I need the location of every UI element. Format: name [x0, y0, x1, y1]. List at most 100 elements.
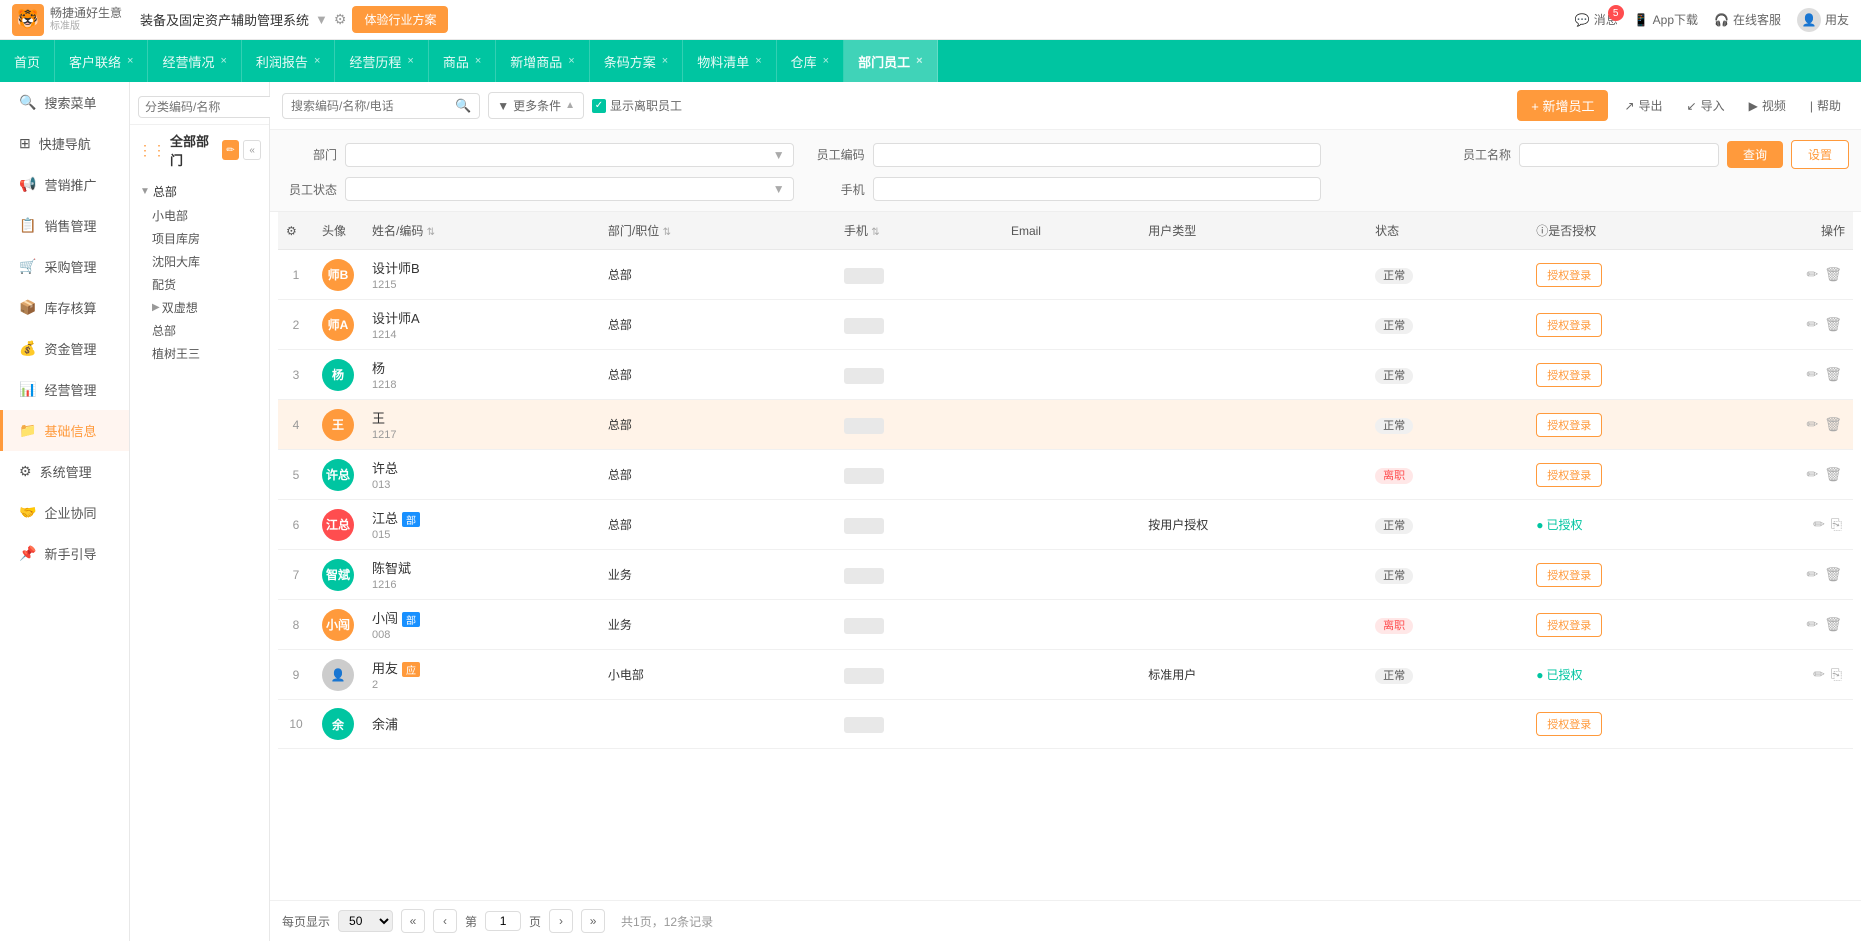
dept-select[interactable]: ▼: [345, 143, 794, 167]
close-icon[interactable]: ×: [314, 55, 320, 67]
trial-button[interactable]: 体验行业方案: [352, 6, 448, 33]
sidebar-item-sales[interactable]: 📋 销售管理: [0, 205, 129, 246]
set-button[interactable]: 设置: [1791, 140, 1849, 169]
sidebar-item-inventory[interactable]: 📦 库存核算: [0, 287, 129, 328]
delete-icon[interactable]: 🗑: [1821, 266, 1845, 282]
add-employee-button[interactable]: + 新增员工: [1517, 90, 1608, 121]
edit-icon[interactable]: ✏: [1810, 666, 1828, 682]
delete-icon[interactable]: 🗑: [1821, 566, 1845, 582]
close-icon[interactable]: ×: [916, 55, 922, 67]
edit-icon[interactable]: ✏: [1803, 366, 1821, 382]
edit-icon[interactable]: ✏: [1810, 516, 1828, 532]
tab-barcode[interactable]: 条码方案 ×: [590, 40, 683, 82]
th-dept[interactable]: 部门/职位 ⇅: [600, 212, 836, 250]
tab-new-goods[interactable]: 新增商品 ×: [496, 40, 589, 82]
tab-goods[interactable]: 商品 ×: [429, 40, 496, 82]
sidebar-item-purchase[interactable]: 🛒 采购管理: [0, 246, 129, 287]
close-icon[interactable]: ×: [475, 55, 481, 67]
emp-name-input[interactable]: [1519, 143, 1719, 167]
copy-icon[interactable]: ⎘: [1828, 516, 1845, 532]
search-icon[interactable]: 🔍: [455, 98, 471, 114]
copy-icon[interactable]: ⎘: [1828, 666, 1845, 682]
edit-icon[interactable]: ✏: [1803, 466, 1821, 482]
more-filter-btn[interactable]: ▼ 更多条件 ▲: [488, 92, 584, 119]
tab-employee[interactable]: 部门员工 ×: [844, 40, 937, 82]
auth-login-btn[interactable]: 授权登录: [1536, 413, 1602, 437]
tab-customer[interactable]: 客户联络 ×: [55, 40, 148, 82]
edit-icon[interactable]: ✏: [1803, 566, 1821, 582]
dept-collapse-btn[interactable]: «: [243, 140, 261, 160]
dept-node-xiaodibu[interactable]: 小电部: [130, 204, 269, 227]
close-icon[interactable]: ×: [823, 55, 829, 67]
dept-node-shuangxuxiang[interactable]: ▶ 双虚想: [130, 296, 269, 319]
first-page-btn[interactable]: «: [401, 909, 425, 933]
auth-login-btn[interactable]: 授权登录: [1536, 712, 1602, 736]
close-icon[interactable]: ×: [755, 55, 761, 67]
dropdown-icon[interactable]: ▼: [315, 12, 328, 27]
auth-login-btn[interactable]: 授权登录: [1536, 363, 1602, 387]
delete-icon[interactable]: 🗑: [1821, 616, 1845, 632]
prev-page-btn[interactable]: ‹: [433, 909, 457, 933]
tab-home[interactable]: 首页: [0, 40, 55, 82]
status-select[interactable]: ▼: [345, 177, 794, 201]
tab-operation[interactable]: 经营情况 ×: [148, 40, 241, 82]
export-btn[interactable]: ↗ 导出: [1616, 93, 1670, 118]
dept-node-zongbu-child[interactable]: 总部: [130, 319, 269, 342]
auth-login-btn[interactable]: 授权登录: [1536, 613, 1602, 637]
th-name-code[interactable]: 姓名/编码 ⇅: [364, 212, 600, 250]
close-icon[interactable]: ×: [407, 55, 413, 67]
delete-icon[interactable]: 🗑: [1821, 416, 1845, 432]
close-icon[interactable]: ×: [220, 55, 226, 67]
settings-icon[interactable]: ⚙: [334, 11, 347, 28]
sidebar-item-baseinfo[interactable]: 📁 基础信息: [0, 410, 129, 451]
message-btn[interactable]: 💬 消息 5: [1575, 11, 1618, 28]
search-button[interactable]: 查询: [1727, 141, 1783, 168]
dept-node-zongbu-parent[interactable]: ▼ 总部: [130, 179, 269, 204]
edit-icon[interactable]: ✏: [1803, 266, 1821, 282]
sidebar-item-marketing[interactable]: 📢 营销推广: [0, 164, 129, 205]
edit-icon[interactable]: ✏: [1803, 616, 1821, 632]
auth-login-btn[interactable]: 授权登录: [1536, 313, 1602, 337]
auth-login-btn[interactable]: 授权登录: [1536, 263, 1602, 287]
emp-code-input[interactable]: [873, 143, 1322, 167]
dept-node-shenyangdaku[interactable]: 沈阳大库: [130, 250, 269, 273]
close-icon[interactable]: ×: [662, 55, 668, 67]
auth-login-btn[interactable]: 授权登录: [1536, 463, 1602, 487]
sidebar-item-guide[interactable]: 📌 新手引导: [0, 533, 129, 574]
tab-profit[interactable]: 利润报告 ×: [242, 40, 335, 82]
delete-icon[interactable]: 🗑: [1821, 366, 1845, 382]
th-settings[interactable]: ⚙: [278, 212, 314, 250]
phone-input[interactable]: [873, 177, 1322, 201]
settings-icon[interactable]: ⚙: [286, 224, 297, 238]
sidebar-item-system[interactable]: ⚙ 系统管理: [0, 451, 129, 492]
dept-node-xiangmukufang[interactable]: 项目库房: [130, 227, 269, 250]
close-icon[interactable]: ×: [568, 55, 574, 67]
help-btn[interactable]: | 帮助: [1802, 93, 1849, 118]
import-btn[interactable]: ↙ 导入: [1679, 93, 1733, 118]
video-btn[interactable]: ▶ 视频: [1741, 93, 1794, 118]
emp-search-input[interactable]: [291, 99, 451, 113]
dept-node-peihuo[interactable]: 配货: [130, 273, 269, 296]
sidebar-item-finance[interactable]: 💰 资金管理: [0, 328, 129, 369]
sidebar-item-search[interactable]: 🔍 搜索菜单: [0, 82, 129, 123]
auth-login-btn[interactable]: 授权登录: [1536, 563, 1602, 587]
tab-history[interactable]: 经营历程 ×: [335, 40, 428, 82]
th-phone[interactable]: 手机 ⇅: [836, 212, 1003, 250]
show-former-toggle[interactable]: ✓ 显示离职员工: [592, 97, 682, 114]
service-btn[interactable]: 🎧 在线客服: [1714, 11, 1781, 28]
tab-bom[interactable]: 物料清单 ×: [683, 40, 776, 82]
page-size-select[interactable]: 50 20 100: [338, 910, 393, 932]
sidebar-item-quicknav[interactable]: ⊞ 快捷导航: [0, 123, 129, 164]
delete-icon[interactable]: 🗑: [1821, 316, 1845, 332]
sidebar-item-collab[interactable]: 🤝 企业协同: [0, 492, 129, 533]
last-page-btn[interactable]: »: [581, 909, 605, 933]
app-download-btn[interactable]: 📱 App下载: [1634, 11, 1698, 28]
tab-warehouse[interactable]: 仓库 ×: [777, 40, 844, 82]
dept-node-zhishuwangsan[interactable]: 植树王三: [130, 342, 269, 365]
dept-edit-btn[interactable]: ✏: [222, 140, 240, 160]
close-icon[interactable]: ×: [127, 55, 133, 67]
sidebar-item-bizmanage[interactable]: 📊 经营管理: [0, 369, 129, 410]
edit-icon[interactable]: ✏: [1803, 416, 1821, 432]
delete-icon[interactable]: 🗑: [1821, 466, 1845, 482]
page-number-input[interactable]: [485, 911, 521, 931]
